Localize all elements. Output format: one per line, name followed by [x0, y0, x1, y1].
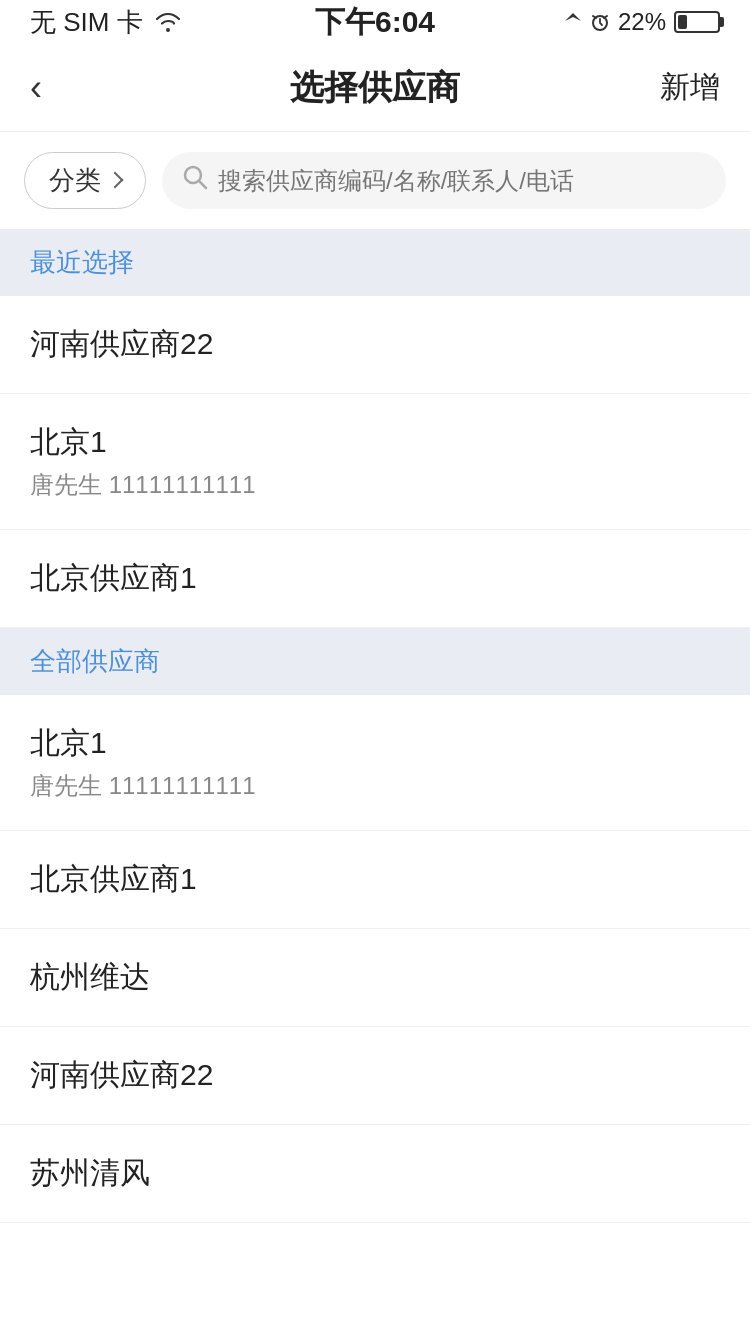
- search-box[interactable]: [162, 152, 726, 209]
- list-item-a3[interactable]: 杭州维达: [0, 929, 750, 1027]
- search-input[interactable]: [218, 167, 706, 195]
- item-contact-r2: 唐先生 11111111111: [30, 469, 720, 501]
- page-title: 选择供应商: [290, 65, 460, 111]
- section-header-all: 全部供应商: [0, 628, 750, 695]
- list-item-a1[interactable]: 北京1 唐先生 11111111111: [0, 695, 750, 831]
- list-item-a2[interactable]: 北京供应商1: [0, 831, 750, 929]
- item-name-a4: 河南供应商22: [30, 1055, 720, 1096]
- nav-bar: ‹ 选择供应商 新增: [0, 44, 750, 132]
- no-sim-label: 无 SIM 卡: [30, 5, 143, 40]
- alarm-icon: [590, 12, 610, 32]
- item-name-a2: 北京供应商1: [30, 859, 720, 900]
- item-name-r1: 河南供应商22: [30, 324, 720, 365]
- section-header-recent: 最近选择: [0, 229, 750, 296]
- item-name-a1: 北京1: [30, 723, 720, 764]
- list-item-a5[interactable]: 苏州清风: [0, 1125, 750, 1223]
- battery-percentage: 22%: [618, 8, 666, 36]
- battery-icon: [674, 11, 720, 33]
- list-item-a4[interactable]: 河南供应商22: [0, 1027, 750, 1125]
- wifi-icon: [153, 11, 183, 33]
- add-button[interactable]: 新增: [660, 67, 720, 108]
- status-time: 下午6:04: [315, 2, 435, 43]
- status-bar: 无 SIM 卡 下午6:04 22%: [0, 0, 750, 44]
- filter-bar: 分类: [0, 132, 750, 229]
- item-name-r2: 北京1: [30, 422, 720, 463]
- item-name-r3: 北京供应商1: [30, 558, 720, 599]
- category-button[interactable]: 分类: [24, 152, 146, 209]
- list-item-r1[interactable]: 河南供应商22: [0, 296, 750, 394]
- list-container: 最近选择河南供应商22 北京1 唐先生 11111111111 北京供应商1 全部供应商…: [0, 229, 750, 1223]
- status-right: 22%: [564, 8, 720, 36]
- section-header-text-all: 全部供应商: [30, 646, 160, 676]
- item-name-a3: 杭州维达: [30, 957, 720, 998]
- list-item-r2[interactable]: 北京1 唐先生 11111111111: [0, 394, 750, 530]
- back-button[interactable]: ‹: [30, 67, 90, 109]
- svg-line-2: [199, 181, 206, 188]
- status-left: 无 SIM 卡: [30, 5, 183, 40]
- section-header-text-recent: 最近选择: [30, 247, 134, 277]
- location-icon: [564, 12, 582, 32]
- item-contact-a1: 唐先生 11111111111: [30, 770, 720, 802]
- item-name-a5: 苏州清风: [30, 1153, 720, 1194]
- search-icon: [182, 164, 208, 197]
- category-label: 分类: [49, 163, 101, 198]
- chevron-right-icon: [107, 171, 124, 188]
- list-item-r3[interactable]: 北京供应商1: [0, 530, 750, 628]
